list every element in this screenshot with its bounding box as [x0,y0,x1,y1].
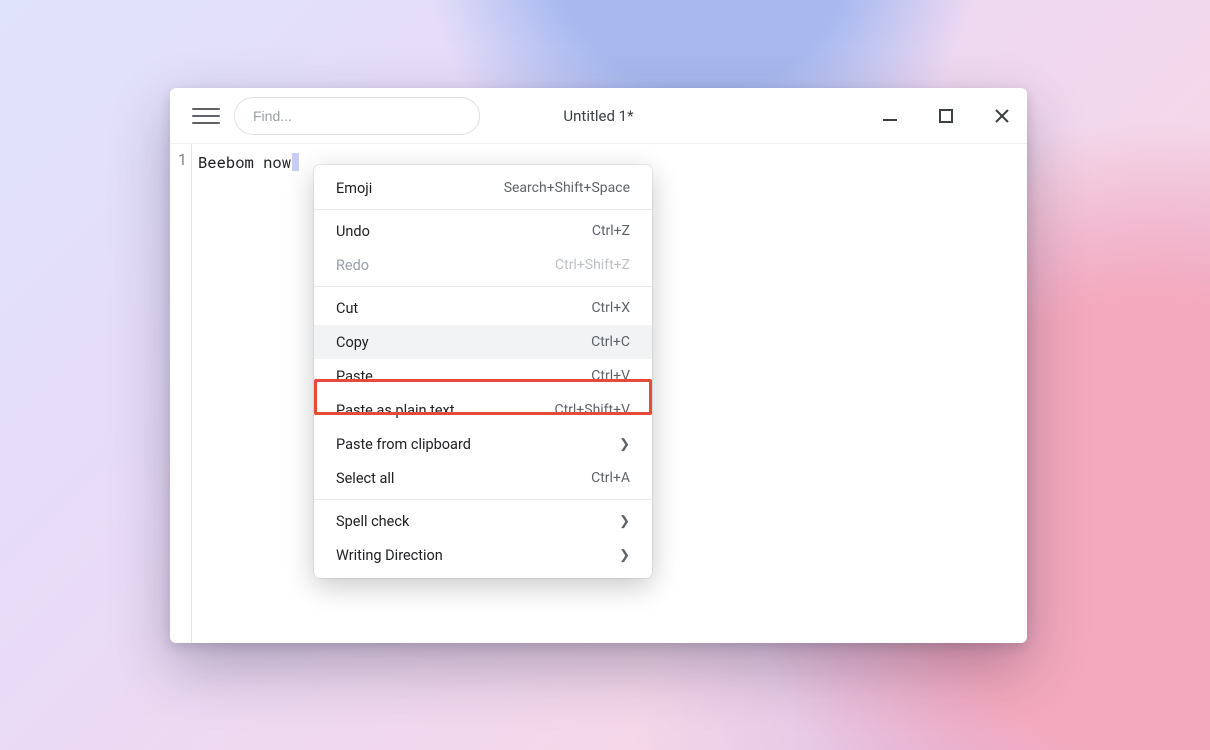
window-title: Untitled 1* [563,107,633,125]
menu-label: Emoji [336,180,372,197]
menu-separator [314,499,652,500]
search-input[interactable] [234,97,480,135]
menu-item-writing-direction[interactable]: Writing Direction ❯ [314,538,652,572]
menu-label: Cut [336,300,358,317]
menu-item-copy[interactable]: Copy Ctrl+C [314,325,652,359]
menu-label: Paste from clipboard [336,436,471,453]
menu-item-undo[interactable]: Undo Ctrl+Z [314,214,652,248]
menu-label: Paste as plain text [336,402,455,419]
maximize-icon[interactable] [935,105,957,127]
menu-separator [314,286,652,287]
menu-item-emoji[interactable]: Emoji Search+Shift+Space [314,171,652,205]
menu-label: Paste [336,368,373,385]
menu-item-paste-clipboard[interactable]: Paste from clipboard ❯ [314,427,652,461]
menu-label: Redo [336,257,369,274]
menu-shortcut: Search+Shift+Space [504,180,630,196]
menu-label: Undo [336,223,370,240]
menu-item-paste[interactable]: Paste Ctrl+V [314,359,652,393]
chevron-right-icon: ❯ [619,437,630,452]
titlebar: Untitled 1* [170,88,1027,144]
menu-item-cut[interactable]: Cut Ctrl+X [314,291,652,325]
menu-item-redo: Redo Ctrl+Shift+Z [314,248,652,282]
menu-item-spell-check[interactable]: Spell check ❯ [314,504,652,538]
line-number: 1 [170,150,187,170]
menu-shortcut: Ctrl+Z [592,223,630,239]
chevron-right-icon: ❯ [619,514,630,529]
menu-shortcut: Ctrl+C [591,334,630,350]
menu-label: Writing Direction [336,547,443,564]
menu-shortcut: Ctrl+V [591,368,630,384]
close-icon[interactable] [991,105,1013,127]
menu-item-paste-plain[interactable]: Paste as plain text Ctrl+Shift+V [314,393,652,427]
menu-label: Copy [336,334,369,351]
menu-separator [314,209,652,210]
menu-shortcut: Ctrl+Shift+V [554,402,630,418]
text-cursor [292,153,299,171]
menu-shortcut: Ctrl+X [591,300,630,316]
menu-shortcut: Ctrl+Shift+Z [555,257,630,273]
menu-label: Spell check [336,513,409,530]
chevron-right-icon: ❯ [619,548,630,563]
context-menu: Emoji Search+Shift+Space Undo Ctrl+Z Red… [314,165,652,578]
line-gutter: 1 [170,144,192,643]
editor-text: Beebom now [198,153,291,173]
menu-item-select-all[interactable]: Select all Ctrl+A [314,461,652,495]
menu-icon[interactable] [192,102,220,130]
window-controls [879,105,1013,127]
menu-shortcut: Ctrl+A [591,470,630,486]
menu-label: Select all [336,470,394,487]
minimize-icon[interactable] [879,105,901,127]
